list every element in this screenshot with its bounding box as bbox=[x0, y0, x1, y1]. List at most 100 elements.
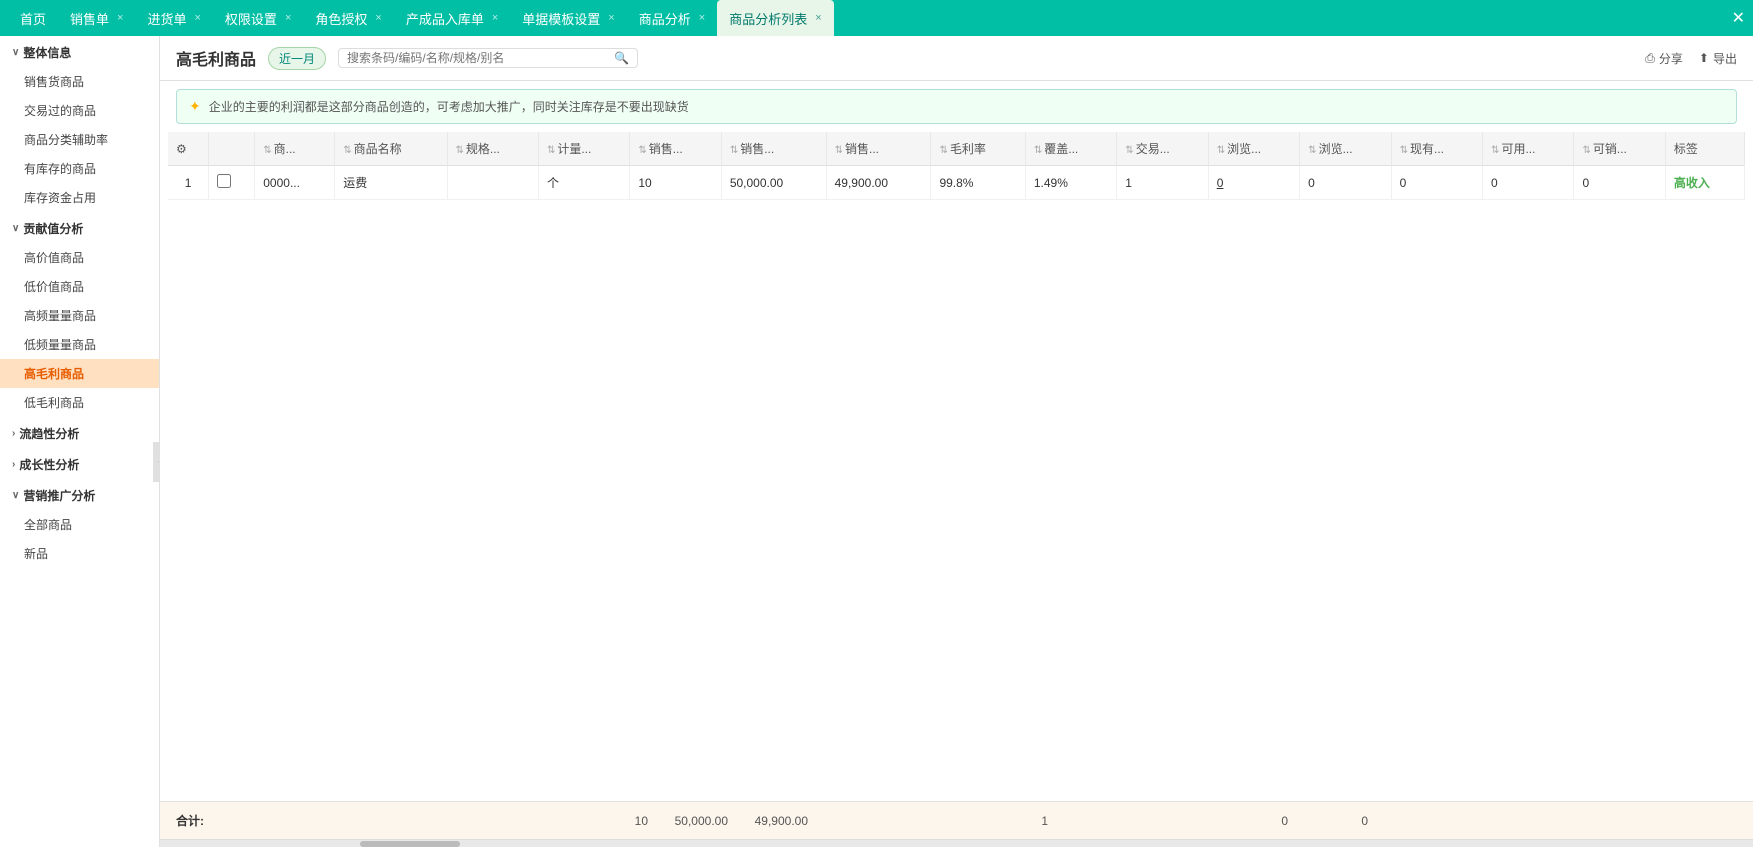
table-cell: 49,900.00 bbox=[826, 166, 931, 200]
nav-item-permissions[interactable]: 权限设置× bbox=[213, 0, 303, 36]
sidebar-item-traded-goods[interactable]: 交易过的商品 bbox=[0, 96, 159, 125]
table-cell: 运费 bbox=[335, 166, 447, 200]
sort-icon: ⇅ bbox=[547, 145, 555, 156]
footer-sales-qty-val: 10 bbox=[576, 814, 656, 828]
col-header-spec[interactable]: ⇅规格... bbox=[447, 132, 538, 166]
sidebar-item-high-value[interactable]: 高价值商品 bbox=[0, 243, 159, 272]
col-header-sales_cost[interactable]: ⇅销售... bbox=[826, 132, 931, 166]
nav-item-home[interactable]: 首页 bbox=[8, 0, 58, 36]
nav-close-purchase[interactable]: × bbox=[194, 12, 200, 24]
col-header-coverage[interactable]: ⇅覆盖... bbox=[1025, 132, 1116, 166]
nav-item-analysis-list[interactable]: 商品分析列表× bbox=[717, 0, 833, 36]
col-header-transactions[interactable]: ⇅交易... bbox=[1117, 132, 1208, 166]
nav-close-analysis-list[interactable]: × bbox=[815, 12, 821, 24]
footer-coverage bbox=[896, 814, 976, 828]
col-header-checkbox bbox=[209, 132, 255, 166]
col-header-sellable[interactable]: ⇅可销... bbox=[1574, 132, 1665, 166]
nav-close-sales[interactable]: × bbox=[117, 12, 123, 24]
nav-item-sales[interactable]: 销售单× bbox=[58, 0, 135, 36]
sidebar-item-inventory-goods[interactable]: 有库存的商品 bbox=[0, 154, 159, 183]
nav-close-analysis[interactable]: × bbox=[699, 12, 705, 24]
sidebar-item-sales-goods[interactable]: 销售货商品 bbox=[0, 67, 159, 96]
search-input[interactable] bbox=[347, 51, 610, 65]
sort-icon: ⇅ bbox=[1034, 145, 1042, 156]
nav-close-templates[interactable]: × bbox=[608, 12, 614, 24]
col-header-sales_amount[interactable]: ⇅销售... bbox=[721, 132, 826, 166]
col-header-code[interactable]: ⇅商... bbox=[255, 132, 335, 166]
share-button[interactable]: ⎙ 分享 bbox=[1645, 50, 1683, 67]
footer-available: 0 bbox=[1296, 814, 1376, 828]
nav-item-templates[interactable]: 单据模板设置× bbox=[510, 0, 626, 36]
arrow-icon: ∨ bbox=[12, 490, 19, 501]
col-header-settings: ⚙ bbox=[168, 132, 209, 166]
col-header-browse1[interactable]: ⇅浏览... bbox=[1208, 132, 1299, 166]
nav-item-products[interactable]: 产成品入库单× bbox=[394, 0, 510, 36]
nav-close-products[interactable]: × bbox=[492, 12, 498, 24]
footer-label: 合计: bbox=[176, 812, 376, 829]
col-header-name[interactable]: ⇅商品名称 bbox=[335, 132, 447, 166]
link-value[interactable]: 0 bbox=[1217, 176, 1224, 190]
table-cell: 0 bbox=[1483, 166, 1574, 200]
nav-item-analysis[interactable]: 商品分析× bbox=[627, 0, 717, 36]
sidebar-group-trend: ›流趋性分析 bbox=[0, 417, 159, 448]
sort-icon: ⇅ bbox=[1491, 145, 1499, 156]
sidebar-group-title-overall[interactable]: ∨整体信息 bbox=[0, 36, 159, 67]
page-title: 高毛利商品 bbox=[176, 46, 256, 70]
sidebar-group-financial: ∨贡献值分析高价值商品低价值商品高频量量商品低频量量商品高毛利商品低毛利商品 bbox=[0, 212, 159, 417]
filter-button[interactable]: 近一月 bbox=[268, 47, 326, 70]
sidebar-group-growth: ›成长性分析 bbox=[0, 448, 159, 479]
search-box: 🔍 bbox=[338, 48, 638, 68]
nav-item-purchase[interactable]: 进货单× bbox=[135, 0, 212, 36]
sidebar-item-high-freq[interactable]: 高频量量商品 bbox=[0, 301, 159, 330]
sidebar-group-title-financial[interactable]: ∨贡献值分析 bbox=[0, 212, 159, 243]
arrow-icon: › bbox=[12, 428, 15, 439]
sidebar-collapse-button[interactable]: « bbox=[153, 442, 160, 482]
sidebar-item-low-freq[interactable]: 低频量量商品 bbox=[0, 330, 159, 359]
table-cell bbox=[447, 166, 538, 200]
col-header-sales_qty[interactable]: ⇅销售... bbox=[630, 132, 721, 166]
export-button[interactable]: ⬆ 导出 bbox=[1699, 50, 1737, 67]
table-cell: 0 bbox=[1300, 166, 1391, 200]
table-row: 10000...运费个1050,000.0049,900.0099.8%1.49… bbox=[168, 166, 1745, 200]
table-cell: 1 bbox=[168, 166, 209, 200]
sort-icon: ⇅ bbox=[456, 145, 464, 156]
sidebar-item-analysis-assist[interactable]: 商品分类辅助率 bbox=[0, 125, 159, 154]
sidebar-item-low-value[interactable]: 低价值商品 bbox=[0, 272, 159, 301]
info-icon: ✦ bbox=[189, 98, 201, 115]
sidebar-item-high-profit[interactable]: 高毛利商品 bbox=[0, 359, 159, 388]
table-cell: 0000... bbox=[255, 166, 335, 200]
nav-close-roles[interactable]: × bbox=[375, 12, 381, 24]
col-header-available[interactable]: ⇅可用... bbox=[1483, 132, 1574, 166]
search-icon[interactable]: 🔍 bbox=[614, 51, 629, 65]
col-header-current_stock[interactable]: ⇅现有... bbox=[1391, 132, 1482, 166]
table-cell: 个 bbox=[538, 166, 629, 200]
sidebar-item-inventory-capital[interactable]: 库存资金占用 bbox=[0, 183, 159, 212]
footer-sales-amount: 50,000.00 bbox=[656, 814, 736, 828]
sidebar: « ∨整体信息销售货商品交易过的商品商品分类辅助率有库存的商品库存资金占用∨贡献… bbox=[0, 36, 160, 847]
row-checkbox[interactable] bbox=[217, 174, 231, 188]
col-header-browse2[interactable]: ⇅浏览... bbox=[1300, 132, 1391, 166]
sidebar-item-new-goods[interactable]: 新品 bbox=[0, 539, 159, 568]
horizontal-scrollbar[interactable] bbox=[160, 839, 1753, 847]
nav-close-permissions[interactable]: × bbox=[285, 12, 291, 24]
nav-item-roles[interactable]: 角色授权× bbox=[303, 0, 393, 36]
close-window-button[interactable]: ✕ bbox=[1732, 8, 1745, 28]
group-label: 贡献值分析 bbox=[23, 220, 83, 237]
table-cell: 0 bbox=[1208, 166, 1299, 200]
export-label: 导出 bbox=[1713, 50, 1737, 67]
sidebar-item-low-profit[interactable]: 低毛利商品 bbox=[0, 388, 159, 417]
scrollbar-thumb[interactable] bbox=[360, 841, 460, 847]
footer-transactions: 1 bbox=[976, 814, 1056, 828]
footer-values: 10 50,000.00 49,900.00 1 0 0 bbox=[376, 814, 1737, 828]
footer-gross bbox=[816, 814, 896, 828]
group-label: 营销推广分析 bbox=[23, 487, 95, 504]
sidebar-item-all-goods[interactable]: 全部商品 bbox=[0, 510, 159, 539]
col-header-gross_rate[interactable]: ⇅毛利率 bbox=[931, 132, 1025, 166]
sort-icon: ⇅ bbox=[835, 145, 843, 156]
col-header-unit[interactable]: ⇅计量... bbox=[538, 132, 629, 166]
sidebar-group-marketing: ∨ 营销推广分析全部商品新品 bbox=[0, 479, 159, 568]
sidebar-group-title-marketing[interactable]: ∨ 营销推广分析 bbox=[0, 479, 159, 510]
sidebar-group-title-growth[interactable]: ›成长性分析 bbox=[0, 448, 159, 479]
table-cell: 50,000.00 bbox=[721, 166, 826, 200]
sidebar-group-title-trend[interactable]: ›流趋性分析 bbox=[0, 417, 159, 448]
